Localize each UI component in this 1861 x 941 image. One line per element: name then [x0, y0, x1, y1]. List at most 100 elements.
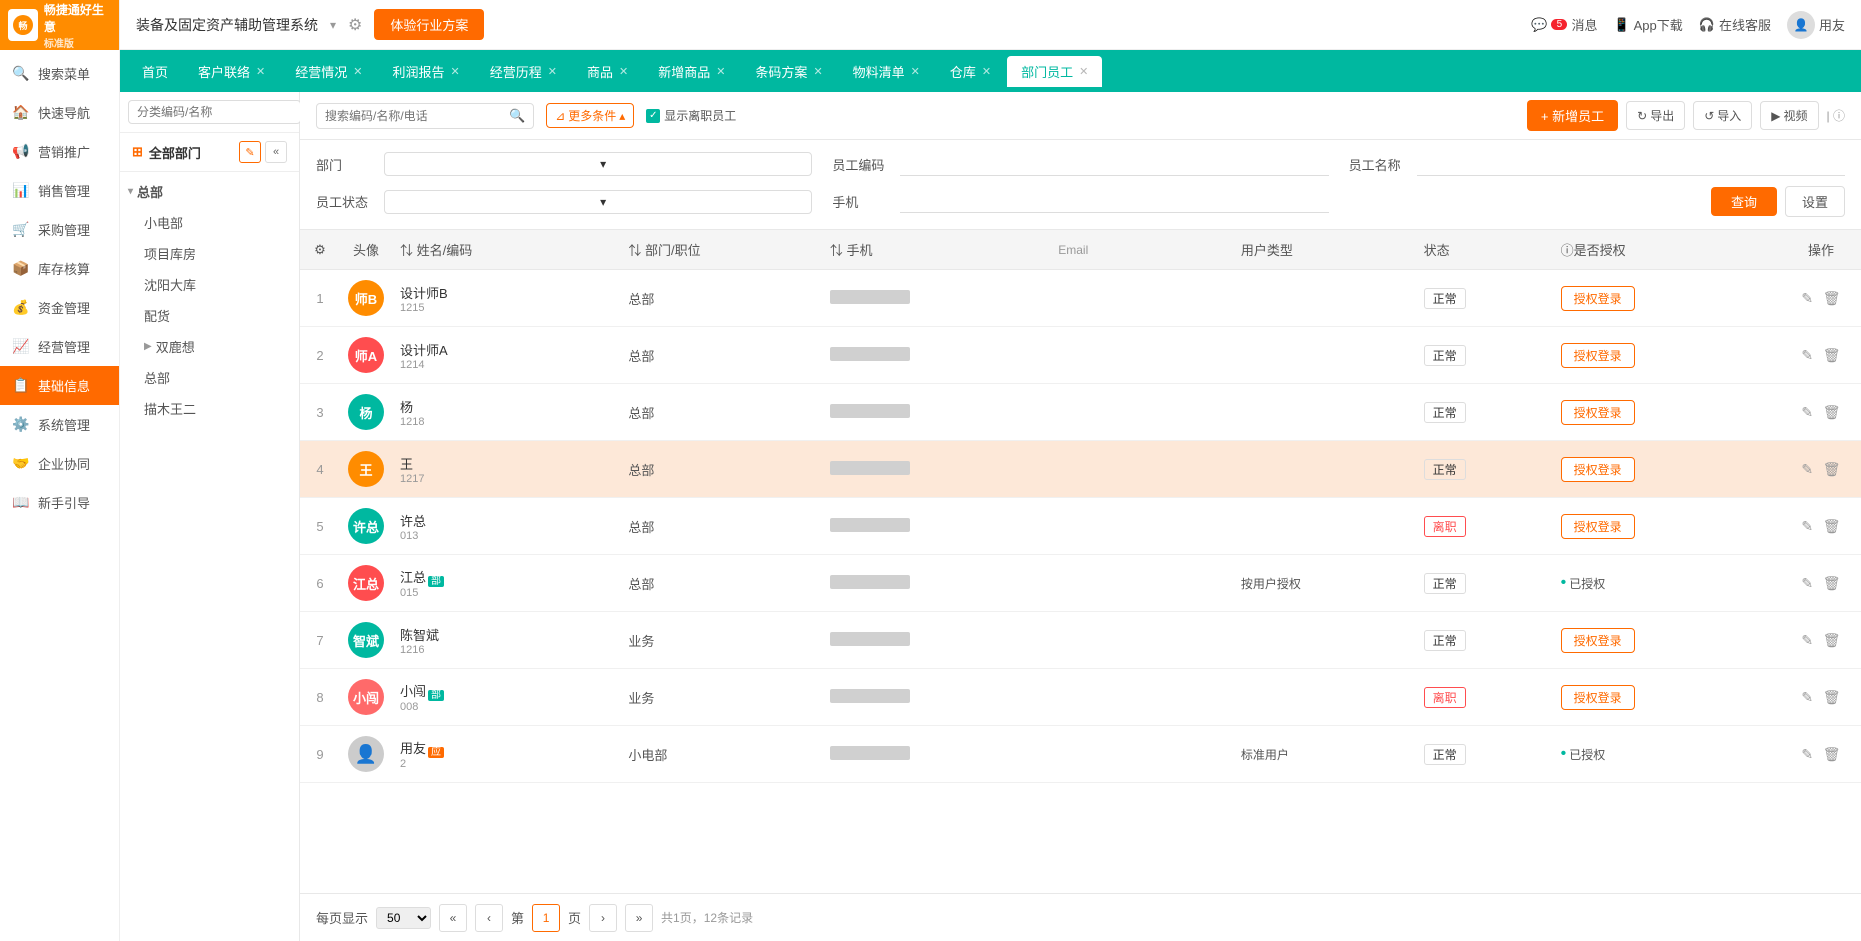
delete-button[interactable]: 🗑 — [1823, 518, 1841, 534]
col-phone-header[interactable]: ⇅ 手机 — [822, 230, 1050, 270]
online-support[interactable]: 🎧 在线客服 — [1699, 15, 1771, 34]
dept-shenyang[interactable]: 沈阳大库 — [120, 269, 299, 300]
close-icon[interactable]: ✕ — [256, 65, 265, 78]
prev-page-btn[interactable]: ‹ — [475, 904, 503, 932]
app-download[interactable]: 📱 App下载 — [1613, 15, 1682, 34]
tab-addgoods[interactable]: 新增商品 ✕ — [644, 56, 739, 87]
tab-profit[interactable]: 利润报告 ✕ — [378, 56, 473, 87]
close-icon[interactable]: ✕ — [619, 65, 628, 78]
phone-filter-input[interactable] — [900, 190, 1328, 213]
close-icon[interactable]: ✕ — [716, 65, 725, 78]
tree-edit-btn[interactable]: ✎ — [239, 141, 261, 163]
dept-zongbu2[interactable]: 总部 — [120, 362, 299, 393]
query-button[interactable]: 查询 — [1711, 187, 1777, 216]
sidebar-item-finance[interactable]: 💰 资金管理 — [0, 288, 119, 327]
dept-shuanglu[interactable]: ▶ 双鹿想 — [120, 331, 299, 362]
col-name-header[interactable]: ⇅ 姓名/编码 — [392, 230, 620, 270]
dept-zongbu-parent[interactable]: ▾ 总部 — [120, 176, 299, 207]
sidebar-item-collab[interactable]: 🤝 企业协同 — [0, 444, 119, 483]
edit-button[interactable]: ✎ — [1801, 461, 1813, 477]
edit-button[interactable]: ✎ — [1801, 404, 1813, 420]
sidebar-item-system[interactable]: ⚙️ 系统管理 — [0, 405, 119, 444]
dept-xiaodian[interactable]: 小电部 — [120, 207, 299, 238]
close-icon[interactable]: ✕ — [1079, 65, 1088, 78]
set-button[interactable]: 设置 — [1785, 186, 1845, 217]
tree-collapse-btn[interactable]: « — [265, 141, 287, 163]
last-page-btn[interactable]: » — [625, 904, 653, 932]
sidebar-item-guide[interactable]: 📖 新手引导 — [0, 483, 119, 522]
tab-home[interactable]: 首页 — [128, 56, 182, 87]
delete-button[interactable]: 🗑 — [1823, 290, 1841, 306]
edit-button[interactable]: ✎ — [1801, 746, 1813, 762]
gear-icon[interactable]: ⚙ — [348, 15, 362, 35]
close-icon[interactable]: ✕ — [813, 65, 822, 78]
close-icon[interactable]: ✕ — [353, 65, 362, 78]
delete-button[interactable]: 🗑 — [1823, 689, 1841, 705]
sidebar-item-quicknav[interactable]: 🏠 快速导航 — [0, 93, 119, 132]
sidebar-item-basic[interactable]: 📋 基础信息 — [0, 366, 119, 405]
sidebar-item-search[interactable]: 🔍 搜索菜单 — [0, 54, 119, 93]
close-icon[interactable]: ✕ — [451, 65, 460, 78]
edit-button[interactable]: ✎ — [1801, 290, 1813, 306]
col-dept-header[interactable]: ⇅ 部门/职位 — [620, 230, 822, 270]
grant-auth-button[interactable]: 授权登录 — [1561, 514, 1635, 539]
dept-peihuo[interactable]: 配货 — [120, 300, 299, 331]
close-icon[interactable]: ✕ — [911, 65, 920, 78]
show-resigned-checkbox[interactable]: ✓ 显示离职员工 — [646, 107, 736, 124]
edit-button[interactable]: ✎ — [1801, 689, 1813, 705]
tab-process[interactable]: 经营历程 ✕ — [476, 56, 571, 87]
edit-button[interactable]: ✎ — [1801, 632, 1813, 648]
close-icon[interactable]: ✕ — [548, 65, 557, 78]
tab-barcode[interactable]: 条码方案 ✕ — [741, 56, 836, 87]
grant-auth-button[interactable]: 授权登录 — [1561, 685, 1635, 710]
dept-xiangmu[interactable]: 项目库房 — [120, 238, 299, 269]
import-button[interactable]: ↺ 导入 — [1693, 101, 1752, 130]
next-page-btn[interactable]: › — [589, 904, 617, 932]
sidebar-item-inventory[interactable]: 📦 库存核算 — [0, 249, 119, 288]
grant-auth-button[interactable]: 授权登录 — [1561, 286, 1635, 311]
dept-miaomu[interactable]: 描木王二 — [120, 393, 299, 424]
tab-staff[interactable]: 部门员工 ✕ — [1007, 56, 1102, 87]
tab-customer[interactable]: 客户联络 ✕ — [184, 56, 279, 87]
trial-button[interactable]: 体验行业方案 — [374, 9, 484, 40]
search-icon[interactable]: 🔍 — [509, 108, 525, 124]
tree-search-input[interactable] — [128, 100, 301, 124]
edit-button[interactable]: ✎ — [1801, 575, 1813, 591]
delete-button[interactable]: 🗑 — [1823, 575, 1841, 591]
per-page-select[interactable]: 50 20 100 — [376, 907, 431, 929]
sidebar-item-operations[interactable]: 📈 经营管理 — [0, 327, 119, 366]
close-icon[interactable]: ✕ — [982, 65, 991, 78]
view-button[interactable]: ▶ 视频 — [1760, 101, 1818, 130]
empcode-filter-input[interactable] — [900, 153, 1328, 176]
employee-search-input[interactable] — [325, 109, 505, 123]
current-page[interactable]: 1 — [532, 904, 560, 932]
delete-button[interactable]: 🗑 — [1823, 632, 1841, 648]
grant-auth-button[interactable]: 授权登录 — [1561, 457, 1635, 482]
grant-auth-button[interactable]: 授权登录 — [1561, 628, 1635, 653]
sidebar-item-purchase[interactable]: 🛒 采购管理 — [0, 210, 119, 249]
grant-auth-button[interactable]: 授权登录 — [1561, 400, 1635, 425]
delete-button[interactable]: 🗑 — [1823, 461, 1841, 477]
sidebar-item-sales[interactable]: 📊 销售管理 — [0, 171, 119, 210]
tab-goods[interactable]: 商品 ✕ — [573, 56, 642, 87]
empstatus-filter-select[interactable]: ▾ — [384, 190, 812, 214]
edit-button[interactable]: ✎ — [1801, 518, 1813, 534]
tab-operations[interactable]: 经营情况 ✕ — [281, 56, 376, 87]
more-filter-btn[interactable]: ⊿ 更多条件 ▴ — [546, 103, 634, 128]
notification-bell[interactable]: 💬 5 消息 — [1531, 15, 1597, 34]
col-settings[interactable]: ⚙ — [300, 230, 340, 270]
tab-warehouse[interactable]: 仓库 ✕ — [936, 56, 1005, 87]
delete-button[interactable]: 🗑 — [1823, 746, 1841, 762]
user-menu[interactable]: 👤 用友 — [1787, 11, 1845, 39]
grant-auth-button[interactable]: 授权登录 — [1561, 343, 1635, 368]
dept-filter-select[interactable]: ▾ — [384, 152, 812, 176]
export-button[interactable]: ↻ 导出 — [1626, 101, 1685, 130]
edit-button[interactable]: ✎ — [1801, 347, 1813, 363]
tab-material[interactable]: 物料清单 ✕ — [839, 56, 934, 87]
first-page-btn[interactable]: « — [439, 904, 467, 932]
delete-button[interactable]: 🗑 — [1823, 347, 1841, 363]
help-icon[interactable]: | ⓘ — [1827, 107, 1845, 124]
delete-button[interactable]: 🗑 — [1823, 404, 1841, 420]
add-employee-button[interactable]: + 新增员工 — [1527, 100, 1618, 131]
empname-filter-input[interactable] — [1417, 153, 1845, 176]
